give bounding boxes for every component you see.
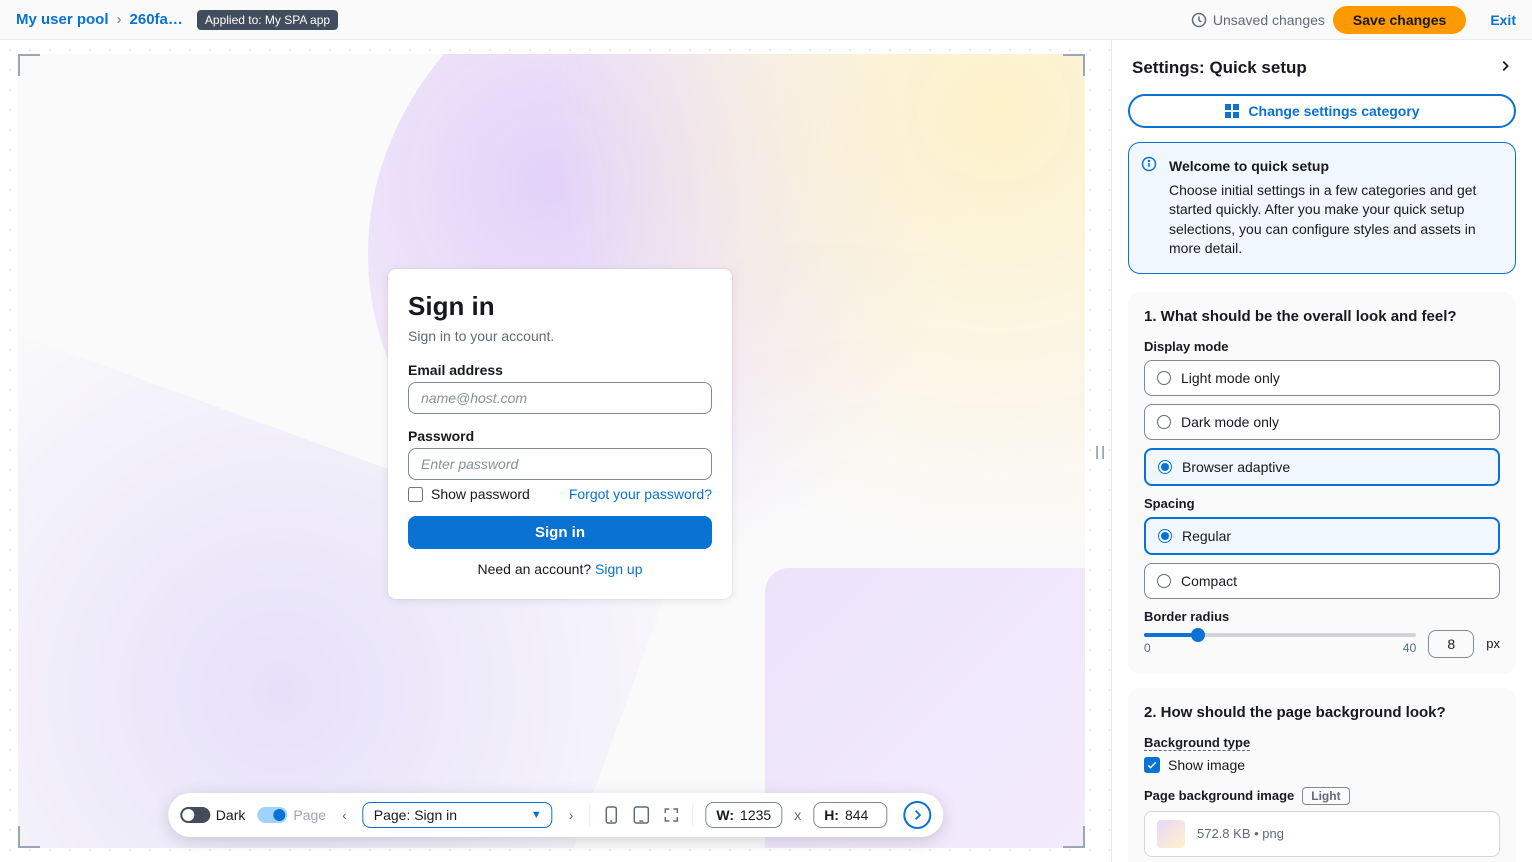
breadcrumb-sep-icon: › (117, 11, 122, 28)
signin-title: Sign in (408, 291, 712, 322)
preview-viewport: Sign in Sign in to your account. Email a… (18, 54, 1085, 848)
show-password-checkbox[interactable] (408, 487, 423, 502)
settings-panel: Settings: Quick setup Change settings ca… (1112, 40, 1532, 862)
device-mobile-button[interactable] (602, 805, 620, 825)
dropdown-icon: ▼ (531, 809, 542, 821)
corner-marker-icon (18, 826, 40, 848)
radius-slider[interactable] (1144, 633, 1416, 637)
applied-to-badge: Applied to: My SPA app (197, 10, 338, 30)
change-category-button[interactable]: Change settings category (1128, 94, 1516, 128)
canvas-area: Sign in Sign in to your account. Email a… (0, 40, 1112, 862)
display-mode-label: Display mode (1144, 339, 1500, 354)
collapse-panel-button[interactable] (1498, 58, 1512, 78)
corner-marker-icon (18, 54, 40, 76)
signin-card: Sign in Sign in to your account. Email a… (388, 269, 732, 599)
spacing-label: Spacing (1144, 496, 1500, 511)
password-input[interactable] (408, 448, 712, 480)
toolbar-next-button[interactable] (903, 801, 931, 829)
panel-title: Settings: Quick setup (1132, 58, 1307, 78)
signin-subtitle: Sign in to your account. (408, 328, 712, 344)
q1-section: 1. What should be the overall look and f… (1128, 292, 1516, 674)
radius-label: Border radius (1144, 609, 1500, 624)
email-input[interactable] (408, 382, 712, 414)
q1-title: 1. What should be the overall look and f… (1144, 308, 1500, 325)
next-page-button[interactable]: › (565, 807, 578, 823)
breadcrumb-id[interactable]: 260fa… (130, 11, 183, 28)
top-bar: My user pool › 260fa… Applied to: My SPA… (0, 0, 1532, 40)
page-bg-label: Page background image Light (1144, 787, 1500, 805)
page-mode-toggle[interactable]: Page (257, 807, 326, 823)
thumbnail-icon (1157, 820, 1185, 848)
show-password-toggle[interactable]: Show password (408, 486, 530, 502)
corner-marker-icon (1063, 826, 1085, 848)
info-icon (1141, 156, 1157, 172)
fullscreen-button[interactable] (662, 806, 680, 824)
dark-mode-toggle[interactable]: Dark (180, 807, 246, 823)
q2-title: 2. How should the page background look? (1144, 704, 1500, 721)
forgot-password-link[interactable]: Forgot your password? (569, 486, 712, 502)
display-light-option[interactable]: Light mode only (1144, 360, 1500, 396)
q2-section: 2. How should the page background look? … (1128, 688, 1516, 862)
panel-resize-handle[interactable]: || (1095, 443, 1107, 459)
corner-marker-icon (1063, 54, 1085, 76)
check-icon (1144, 757, 1160, 773)
bg-type-label: Background type (1144, 735, 1500, 751)
email-label: Email address (408, 362, 712, 378)
exit-link[interactable]: Exit (1490, 12, 1516, 28)
device-tablet-button[interactable] (632, 805, 650, 825)
info-heading: Welcome to quick setup (1169, 157, 1501, 177)
radius-input[interactable]: 8 (1428, 630, 1474, 658)
height-input[interactable]: H: 844 (813, 802, 887, 828)
light-chip: Light (1302, 787, 1349, 805)
page-select[interactable]: Page: Sign in ▼ (363, 802, 553, 828)
px-label: px (1486, 636, 1500, 651)
signin-button[interactable]: Sign in (408, 516, 712, 549)
times-icon: x (794, 807, 801, 823)
save-changes-button[interactable]: Save changes (1333, 6, 1466, 34)
prev-page-button[interactable]: ‹ (338, 807, 351, 823)
signup-row: Need an account? Sign up (408, 561, 712, 577)
preview-toolbar: Dark Page ‹ Page: Sign in ▼ › (168, 793, 943, 837)
info-body: Choose initial settings in a few categor… (1169, 181, 1501, 259)
spacing-compact-option[interactable]: Compact (1144, 563, 1500, 599)
signup-link[interactable]: Sign up (595, 561, 642, 577)
bg-image-preview[interactable]: 572.8 KB • png (1144, 811, 1500, 857)
history-icon (1191, 12, 1207, 28)
show-image-checkbox[interactable]: Show image (1144, 757, 1500, 773)
display-adaptive-option[interactable]: Browser adaptive (1144, 448, 1500, 486)
grid-icon (1224, 103, 1240, 119)
password-label: Password (408, 428, 712, 444)
display-dark-option[interactable]: Dark mode only (1144, 404, 1500, 440)
breadcrumb-pool[interactable]: My user pool (16, 11, 109, 28)
spacing-regular-option[interactable]: Regular (1144, 517, 1500, 555)
width-input[interactable]: W: 1235 (705, 802, 782, 828)
unsaved-status: Unsaved changes (1191, 12, 1325, 28)
info-alert: Welcome to quick setup Choose initial se… (1128, 142, 1516, 274)
